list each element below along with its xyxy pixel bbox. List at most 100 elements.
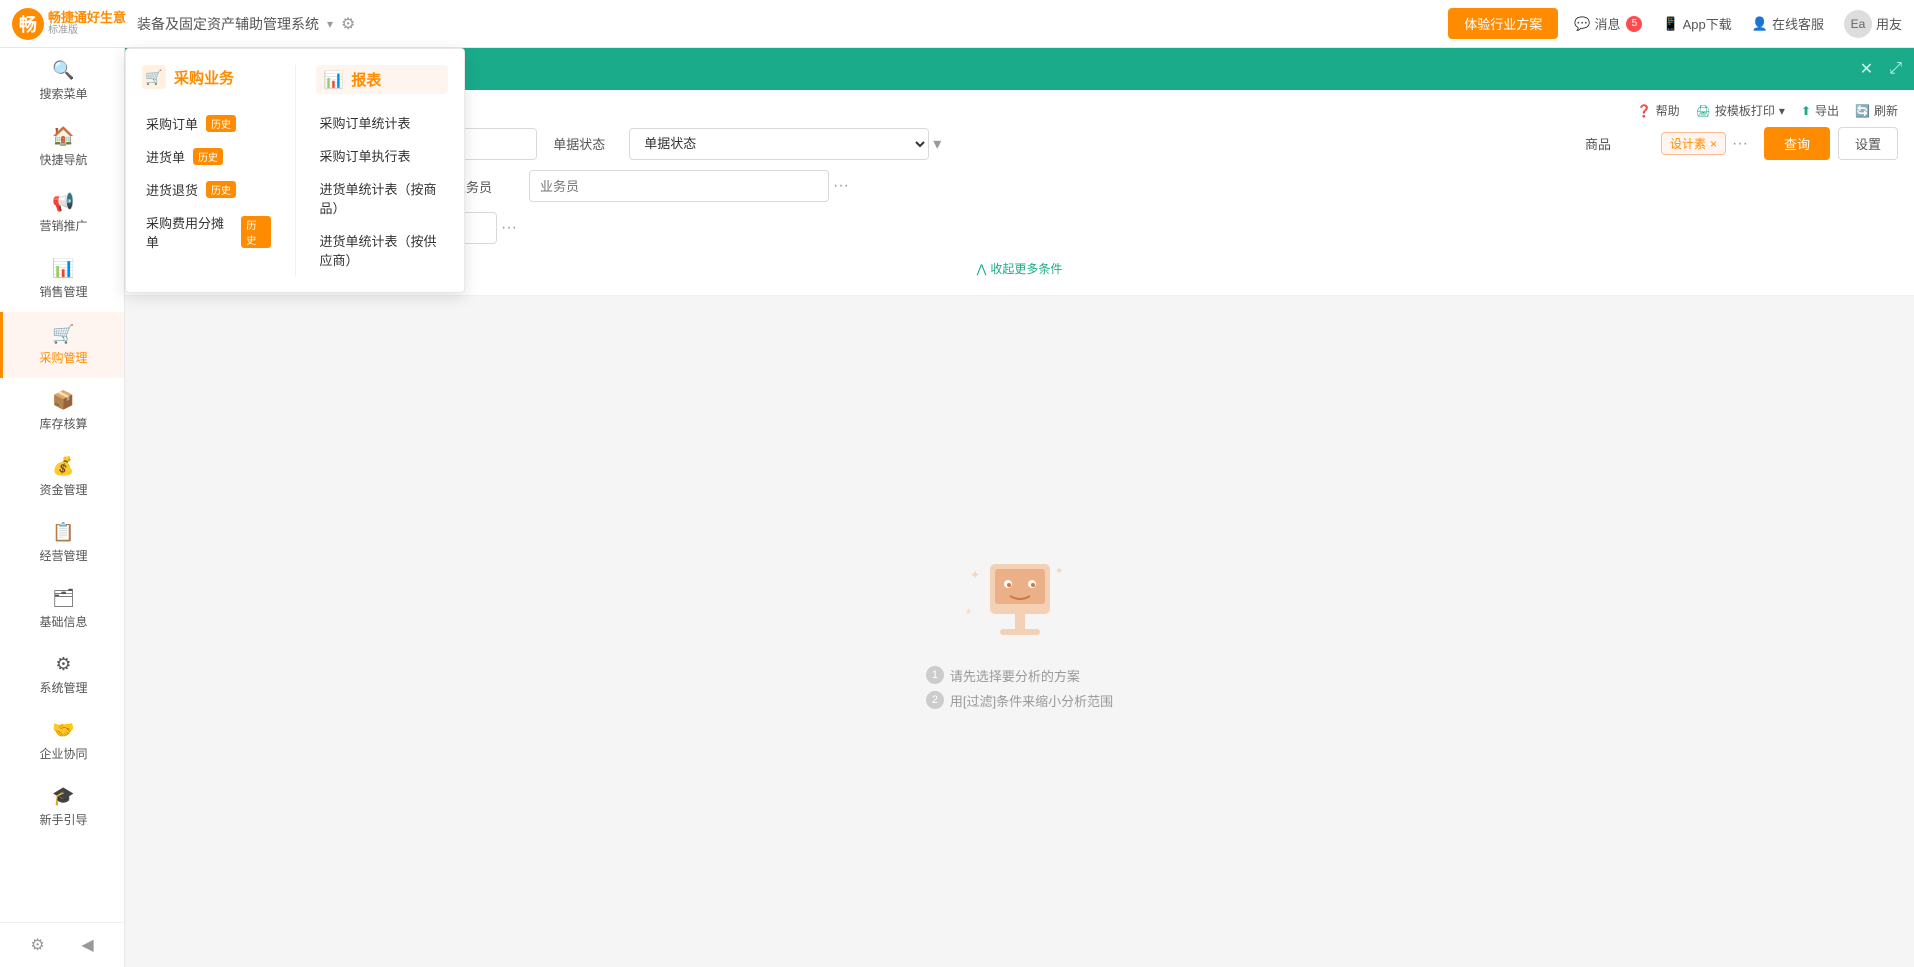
sidebar-item-finance[interactable]: 💰 资金管理 xyxy=(0,444,124,510)
search-icon: 🔍 xyxy=(52,60,74,81)
empty-tip-2: 2 用[过滤]条件来缩小分析范围 xyxy=(926,691,1113,710)
product-tag: 设计素 × xyxy=(1661,132,1726,155)
inventory-icon: 📦 xyxy=(52,390,74,411)
dropdown-item-po-exec[interactable]: 采购订单执行表 xyxy=(316,139,449,172)
empty-tips: 1 请先选择要分析的方案 2 用[过滤]条件来缩小分析范围 xyxy=(926,666,1113,710)
tip-num-1: 1 xyxy=(926,666,944,684)
dropdown-report-header: 📊 报表 xyxy=(316,65,449,94)
app-download-item[interactable]: 📱 App下载 xyxy=(1662,14,1731,33)
system-dropdown-icon[interactable]: ▾ xyxy=(327,17,333,31)
dropdown-item-receipt-by-supplier[interactable]: 进货单统计表（按供应商） xyxy=(316,224,449,276)
avatar: Ea xyxy=(1844,10,1872,38)
empty-state: ✦ ✦ ★ 1 请先选择要分析的方案 2 用[过滤]条件来缩小分析范围 xyxy=(125,296,1914,967)
sidebar-item-enterprise-label: 企业协同 xyxy=(39,745,87,762)
collapse-up-icon: ⋀ xyxy=(977,262,987,276)
voucher-status-group: 单据状态 ▾ xyxy=(629,128,1569,160)
user-item[interactable]: Ea 用友 xyxy=(1844,10,1902,38)
sidebar-item-operations[interactable]: 📋 经营管理 xyxy=(0,510,124,576)
dropdown-item-receipt-by-product[interactable]: 进货单统计表（按商品） xyxy=(316,172,449,224)
sidebar-item-search[interactable]: 🔍 搜索菜单 xyxy=(0,48,124,114)
customer-dots[interactable]: ··· xyxy=(501,219,517,237)
product-label: 商品 xyxy=(1585,134,1645,153)
product-tag-text: 设计素 xyxy=(1670,135,1706,152)
sidebar-item-quick-nav-label: 快捷导航 xyxy=(39,151,87,168)
dropdown-item-expense[interactable]: 采购费用分摊单 历史 xyxy=(142,206,275,258)
system-title-area: 装备及固定资产辅助管理系统 ▾ ⚙ xyxy=(137,14,1448,34)
sidebar-item-sales[interactable]: 📊 销售管理 xyxy=(0,246,124,312)
product-group: 设计素 × ··· xyxy=(1661,132,1748,155)
messages-item[interactable]: 💬 消息 5 xyxy=(1574,14,1642,33)
system-settings-icon[interactable]: ⚙ xyxy=(341,14,355,34)
empty-svg: ✦ ✦ ★ xyxy=(960,554,1080,654)
purchase-order-label: 采购订单 xyxy=(146,114,198,133)
sidebar-item-basic-info-label: 基础信息 xyxy=(39,613,87,630)
dropdown-purchase-col: 🛒 采购业务 采购订单 历史 进货单 历史 进货退货 历史 采购费用分摊单 历史 xyxy=(142,65,275,276)
voucher-status-select[interactable]: 单据状态 xyxy=(629,128,929,160)
salesperson-input[interactable] xyxy=(529,170,829,202)
basic-info-icon: 🗂 xyxy=(52,588,75,609)
sidebar: 🔍 搜索菜单 🏠 快捷导航 📢 营销推广 📊 销售管理 🛒 采购管理 📦 库存核… xyxy=(0,48,125,967)
sidebar-item-basic-info[interactable]: 🗂 基础信息 xyxy=(0,576,124,642)
dropdown-item-receipt[interactable]: 进货单 历史 xyxy=(142,140,275,173)
dropdown-item-po-summary[interactable]: 采购订单统计表 xyxy=(316,106,449,139)
finance-icon: 💰 xyxy=(52,456,74,477)
sidebar-item-quick-nav[interactable]: 🏠 快捷导航 xyxy=(0,114,124,180)
receipt-by-supplier-label: 进货单统计表（按供应商） xyxy=(320,231,445,269)
salesperson-dots[interactable]: ··· xyxy=(833,177,849,195)
export-btn[interactable]: ⬆ 导出 xyxy=(1801,102,1839,119)
empty-tip-1: 1 请先选择要分析的方案 xyxy=(926,666,1113,685)
sidebar-item-marketing[interactable]: 📢 营销推广 xyxy=(0,180,124,246)
query-btn[interactable]: 查询 xyxy=(1764,127,1830,160)
sidebar-item-purchase[interactable]: 🛒 采购管理 xyxy=(0,312,124,378)
sidebar-settings-icon[interactable]: ⚙ xyxy=(30,935,44,955)
enterprise-icon: 🤝 xyxy=(52,720,74,741)
sidebar-item-marketing-label: 营销推广 xyxy=(39,217,87,234)
return-history-badge: 历史 xyxy=(206,181,236,198)
product-tag-close[interactable]: × xyxy=(1710,137,1717,151)
print-icon: 🖨 xyxy=(1696,104,1711,118)
online-service-item[interactable]: 👤 在线客服 xyxy=(1752,14,1824,33)
sidebar-item-system[interactable]: ⚙ 系统管理 xyxy=(0,642,124,708)
logo-icon: 畅 xyxy=(12,8,44,40)
sidebar-item-inventory-label: 库存核算 xyxy=(39,415,87,432)
settings-btn[interactable]: 设置 xyxy=(1838,127,1898,160)
print-dropdown-icon: ▾ xyxy=(1779,104,1785,118)
voucher-status-dots[interactable]: ▾ xyxy=(933,134,941,154)
tip-num-2: 2 xyxy=(926,691,944,709)
logo-sub-text: 标准版 xyxy=(48,25,126,36)
sales-icon: 📊 xyxy=(52,258,74,279)
industry-btn[interactable]: 体验行业方案 xyxy=(1448,8,1558,39)
tab-bar-close-icon[interactable]: ✕ xyxy=(1856,55,1877,83)
svg-text:✦: ✦ xyxy=(970,568,980,582)
dropdown-divider xyxy=(295,65,296,276)
return-label: 进货退货 xyxy=(146,180,198,199)
sidebar-item-purchase-label: 采购管理 xyxy=(39,349,87,366)
receipt-by-product-label: 进货单统计表（按商品） xyxy=(320,179,445,217)
refresh-icon: 🔄 xyxy=(1855,104,1870,118)
dropdown-item-purchase-order[interactable]: 采购订单 历史 xyxy=(142,107,275,140)
sidebar-collapse-icon[interactable]: ◀ xyxy=(81,935,93,955)
refresh-btn[interactable]: 🔄 刷新 xyxy=(1855,102,1898,119)
help-label: 帮助 xyxy=(1656,102,1680,119)
sidebar-item-search-label: 搜索菜单 xyxy=(39,85,87,102)
tab-bar-expand-icon[interactable]: ⤢ xyxy=(1885,56,1906,82)
tab-bar-right: ✕ ⤢ xyxy=(1856,55,1906,83)
help-btn[interactable]: ❓ 帮助 xyxy=(1637,102,1680,119)
template-print-label: 按模板打印 xyxy=(1715,102,1775,119)
sidebar-item-enterprise[interactable]: 🤝 企业协同 xyxy=(0,708,124,774)
dropdown-item-return[interactable]: 进货退货 历史 xyxy=(142,173,275,206)
template-print-btn[interactable]: 🖨 按模板打印 ▾ xyxy=(1696,102,1785,119)
sidebar-bottom: ⚙ ◀ xyxy=(0,922,124,967)
logo-main-text: 畅捷通好生意 xyxy=(48,11,126,25)
message-icon: 💬 xyxy=(1574,16,1590,32)
product-dots[interactable]: ··· xyxy=(1732,135,1748,153)
svg-text:✦: ✦ xyxy=(1055,566,1063,577)
sidebar-item-sales-label: 销售管理 xyxy=(39,283,87,300)
sidebar-item-guide[interactable]: 🎓 新手引导 xyxy=(0,774,124,840)
sidebar-item-inventory[interactable]: 📦 库存核算 xyxy=(0,378,124,444)
dropdown-menu: 🛒 采购业务 采购订单 历史 进货单 历史 进货退货 历史 采购费用分摊单 历史 xyxy=(125,48,465,293)
receipt-history-badge: 历史 xyxy=(193,148,223,165)
messages-badge: 5 xyxy=(1626,16,1642,32)
empty-illustration: ✦ ✦ ★ xyxy=(960,554,1080,654)
receipt-label: 进货单 xyxy=(146,147,185,166)
